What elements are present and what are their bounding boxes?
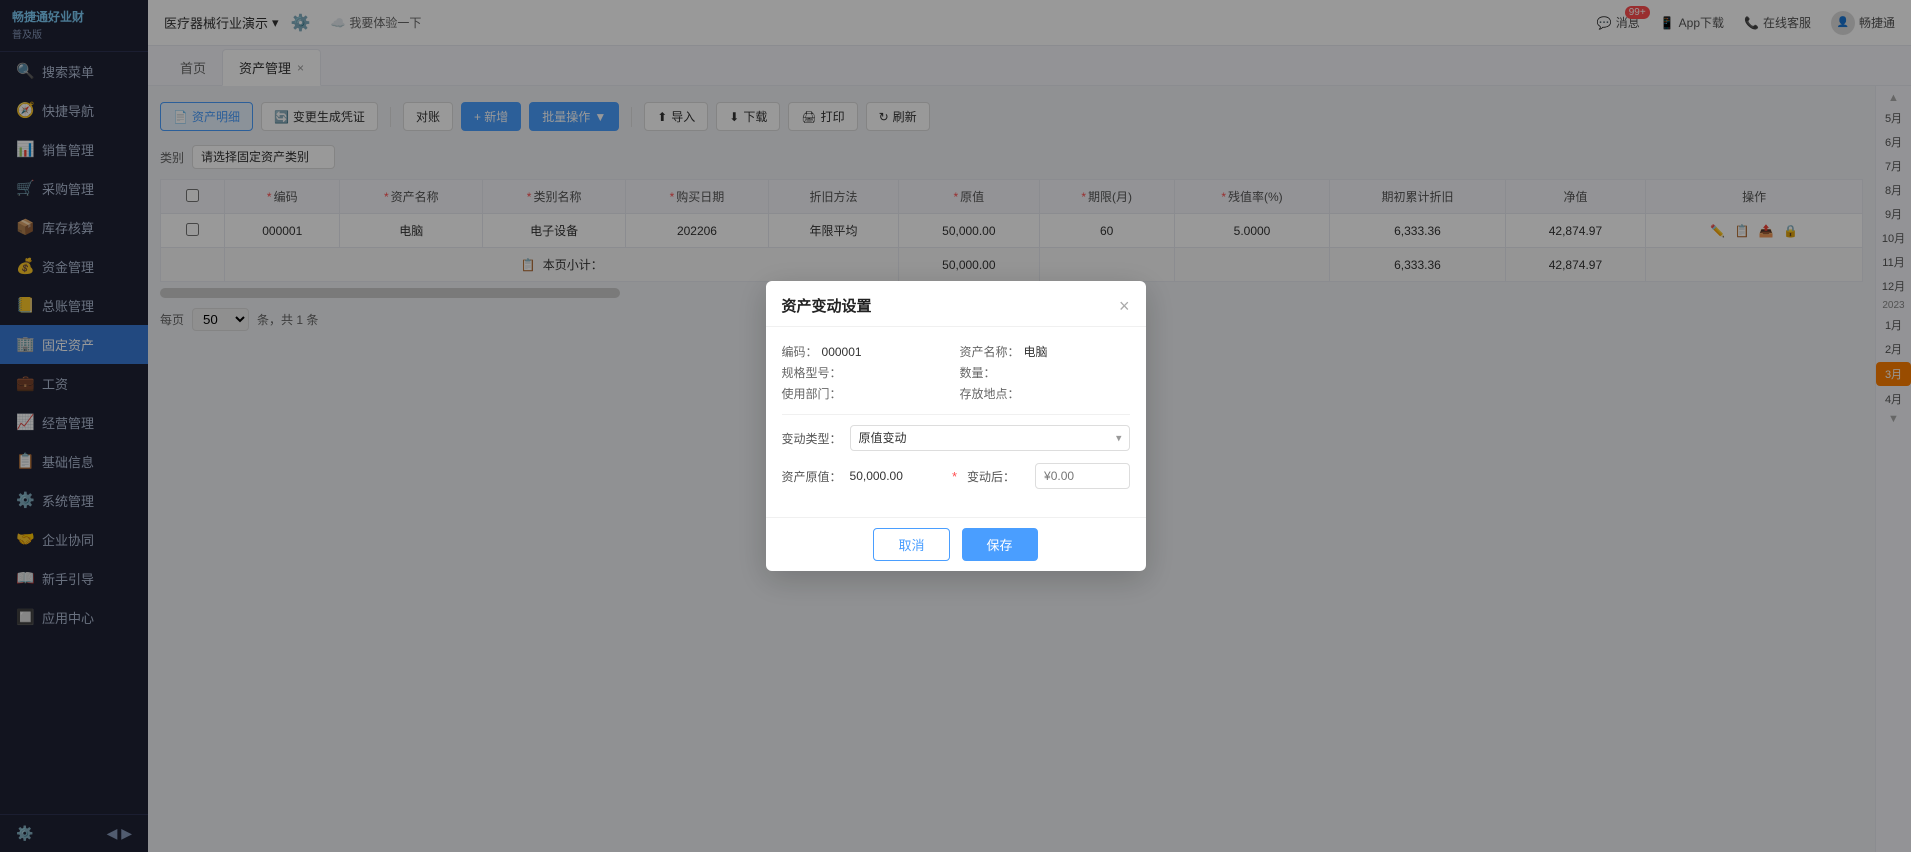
dialog-after-change-input[interactable]	[1035, 463, 1129, 489]
dialog-body: 编码： 000001 资产名称： 电脑 规格型号： 数量： 使用部门：	[766, 327, 1146, 517]
dialog-info-department: 使用部门：	[782, 385, 952, 402]
dialog-storage-label: 存放地点：	[960, 385, 1020, 402]
dialog-original-value-row: 资产原值： 50,000.00 * 变动后：	[782, 463, 1130, 489]
dialog-original-value-control: 50,000.00	[850, 469, 944, 483]
dialog-cancel-btn[interactable]: 取消	[873, 528, 949, 561]
dialog-change-type-select[interactable]: 原值变动 部门变动 存放地点变动	[850, 425, 1130, 451]
dialog-info-code: 编码： 000001	[782, 343, 952, 360]
asset-change-dialog: 资产变动设置 × 编码： 000001 资产名称： 电脑 规格型号： 数量：	[766, 281, 1146, 571]
dialog-change-type-row: 变动类型： 原值变动 部门变动 存放地点变动 ▾	[782, 425, 1130, 451]
dialog-asset-name-label: 资产名称：	[960, 343, 1020, 360]
dialog-close-btn[interactable]: ×	[1119, 297, 1130, 315]
dialog-info-spec: 规格型号：	[782, 364, 952, 381]
dialog-info-asset-name: 资产名称： 电脑	[960, 343, 1130, 360]
dialog-change-type-control: 原值变动 部门变动 存放地点变动 ▾	[850, 425, 1130, 451]
dialog-asset-name-value: 电脑	[1024, 343, 1048, 360]
dialog-footer: 取消 保存	[766, 517, 1146, 571]
dialog-info-quantity: 数量：	[960, 364, 1130, 381]
dialog-spec-label: 规格型号：	[782, 364, 842, 381]
dialog-after-change-control	[1035, 463, 1129, 489]
dialog-original-value-display: 50,000.00	[850, 469, 903, 483]
dialog-after-change-label: 变动后：	[967, 468, 1027, 485]
dialog-change-type-select-wrap: 原值变动 部门变动 存放地点变动 ▾	[850, 425, 1130, 451]
dialog-code-label: 编码：	[782, 343, 818, 360]
dialog-divider	[782, 414, 1130, 415]
dialog-code-value: 000001	[822, 345, 862, 359]
dialog-info-storage: 存放地点：	[960, 385, 1130, 402]
dialog-save-btn[interactable]: 保存	[962, 528, 1038, 561]
after-change-required-mark: *	[952, 469, 957, 484]
dialog-title: 资产变动设置	[782, 295, 872, 316]
dialog-original-value-label: 资产原值：	[782, 468, 842, 485]
dialog-info-grid: 编码： 000001 资产名称： 电脑 规格型号： 数量： 使用部门：	[782, 343, 1130, 402]
dialog-overlay: 资产变动设置 × 编码： 000001 资产名称： 电脑 规格型号： 数量：	[0, 0, 1911, 852]
dialog-change-type-label: 变动类型：	[782, 430, 842, 447]
dialog-quantity-label: 数量：	[960, 364, 996, 381]
dialog-department-label: 使用部门：	[782, 385, 842, 402]
dialog-header: 资产变动设置 ×	[766, 281, 1146, 327]
